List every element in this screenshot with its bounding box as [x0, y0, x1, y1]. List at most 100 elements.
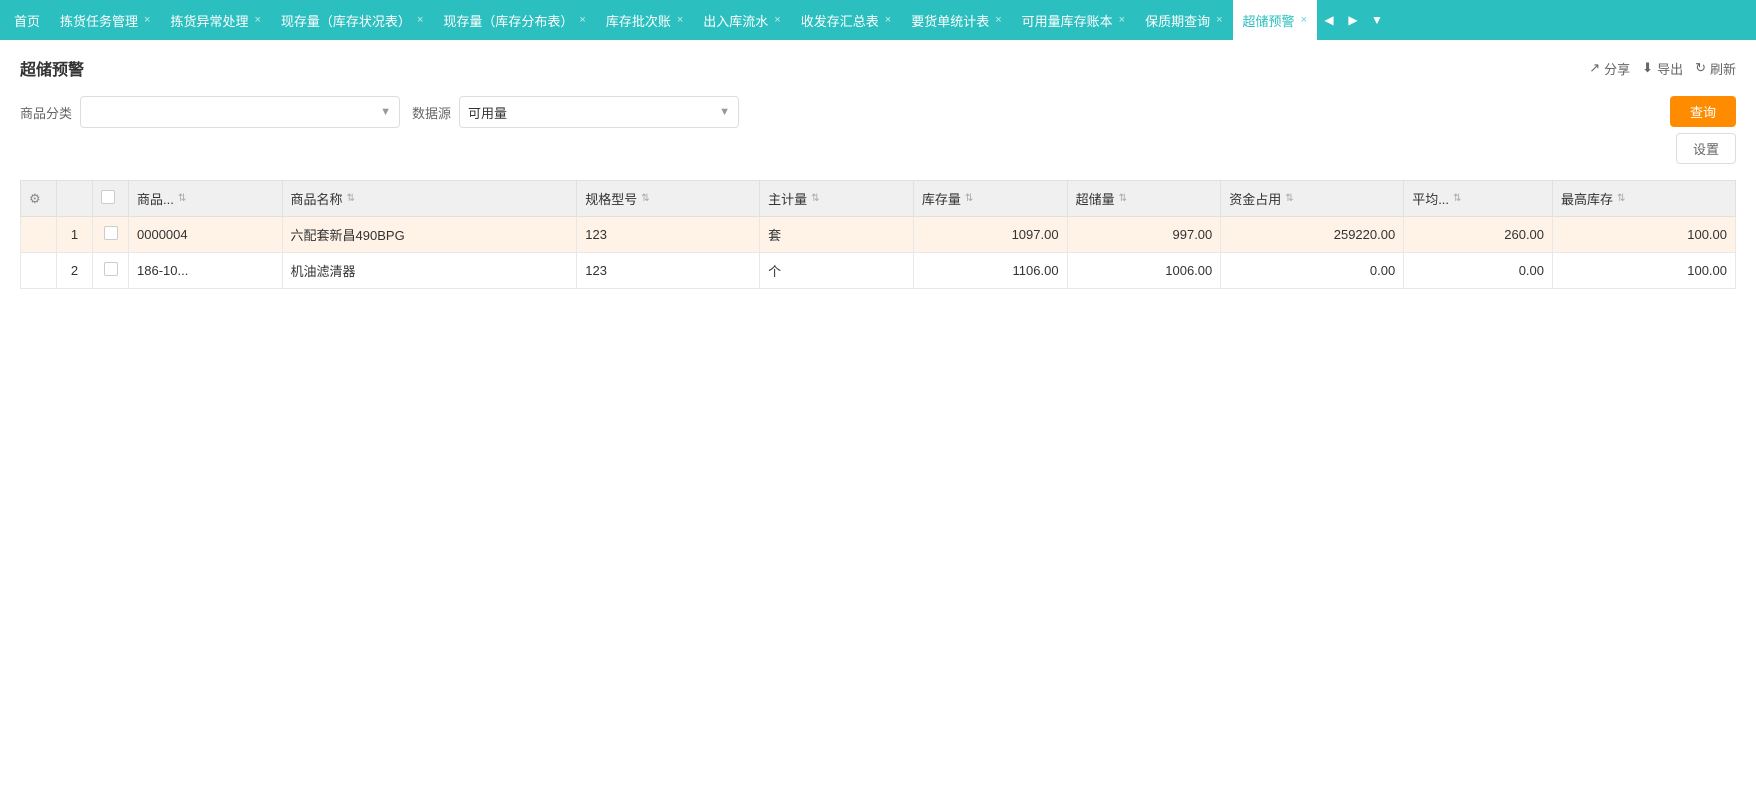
close-icon[interactable]: × [417, 14, 423, 26]
nav-quality[interactable]: 保质期查询 × [1135, 0, 1232, 40]
row-stock: 1097.00 [913, 217, 1067, 253]
action-buttons: 查询 设置 [1670, 96, 1736, 164]
col-avg: 平均... ⇅ [1404, 181, 1553, 217]
page-title: 超储预警 [20, 56, 84, 80]
nav-next-arrow[interactable]: ▶ [1341, 0, 1365, 40]
col-index [57, 181, 93, 217]
col-code-sort[interactable]: 商品... ⇅ [137, 189, 186, 208]
row-index: 2 [57, 253, 93, 289]
share-button[interactable]: ↗ 分享 [1589, 59, 1630, 78]
row-name: 六配套新昌490BPG [282, 217, 577, 253]
col-stock: 库存量 ⇅ [913, 181, 1067, 217]
datasource-filter-group: 数据源 可用量 ▼ [412, 96, 739, 128]
nav-more-arrow[interactable]: ▼ [1365, 0, 1389, 40]
nav-bar: 首页 拣货任务管理 × 拣货异常处理 × 现存量（库存状况表）× 现存量（库存分… [0, 0, 1756, 40]
share-icon: ↗ [1589, 60, 1600, 76]
category-label: 商品分类 [20, 103, 72, 122]
nav-task-mgmt[interactable]: 拣货任务管理 × [50, 0, 160, 40]
close-icon[interactable]: × [885, 14, 891, 26]
sort-icon: ⇅ [811, 193, 819, 204]
row-spec: 123 [577, 253, 760, 289]
page-container: 超储预警 ↗ 分享 ⬇ 导出 ↻ 刷新 商品分类 ▼ 数据源 [0, 40, 1756, 800]
nav-inout-flow[interactable]: 出入库流水 × [693, 0, 790, 40]
col-capital: 资金占用 ⇅ [1221, 181, 1404, 217]
col-spec: 规格型号 ⇅ [577, 181, 760, 217]
row-stock: 1106.00 [913, 253, 1067, 289]
setting-button[interactable]: 设置 [1676, 133, 1736, 164]
nav-inventory-dist[interactable]: 现存量（库存分布表）× [433, 0, 595, 40]
gear-icon[interactable]: ⚙ [29, 191, 41, 206]
export-icon: ⬇ [1642, 60, 1653, 76]
datasource-select[interactable]: 可用量 ▼ [459, 96, 739, 128]
col-overstock-sort[interactable]: 超储量 ⇅ [1076, 189, 1127, 208]
export-button[interactable]: ⬇ 导出 [1642, 59, 1683, 78]
row-overstock: 1006.00 [1067, 253, 1221, 289]
nav-summary[interactable]: 收发存汇总表 × [791, 0, 901, 40]
select-all-checkbox[interactable] [101, 190, 115, 204]
category-filter-group: 商品分类 ▼ [20, 96, 400, 128]
col-max-stock: 最高库存 ⇅ [1553, 181, 1736, 217]
close-icon[interactable]: × [1216, 14, 1222, 26]
row-overstock: 997.00 [1067, 217, 1221, 253]
col-stock-sort[interactable]: 库存量 ⇅ [922, 189, 973, 208]
row-code: 186-10... [129, 253, 283, 289]
nav-inventory-status[interactable]: 现存量（库存状况表）× [271, 0, 433, 40]
col-unit: 主计量 ⇅ [760, 181, 914, 217]
col-avg-sort[interactable]: 平均... ⇅ [1412, 189, 1461, 208]
row-checkbox[interactable] [104, 226, 118, 240]
row-index: 1 [57, 217, 93, 253]
row-capital: 0.00 [1221, 253, 1404, 289]
close-icon[interactable]: × [1301, 14, 1307, 26]
col-capital-sort[interactable]: 资金占用 ⇅ [1229, 189, 1293, 208]
sort-icon: ⇅ [1617, 193, 1625, 204]
row-name: 机油滤清器 [282, 253, 577, 289]
nav-available-account[interactable]: 可用量库存账本 × [1012, 0, 1135, 40]
filter-area: 商品分类 ▼ 数据源 可用量 ▼ 查询 设置 [20, 96, 1736, 164]
row-checkbox-cell [93, 253, 129, 289]
sort-icon: ⇅ [1119, 193, 1127, 204]
row-unit: 个 [760, 253, 914, 289]
row-checkbox[interactable] [104, 262, 118, 276]
col-max-stock-sort[interactable]: 最高库存 ⇅ [1561, 189, 1625, 208]
row-code: 0000004 [129, 217, 283, 253]
close-icon[interactable]: × [1119, 14, 1125, 26]
refresh-icon: ↻ [1695, 60, 1706, 76]
sort-icon: ⇅ [965, 193, 973, 204]
close-icon[interactable]: × [144, 14, 150, 26]
refresh-button[interactable]: ↻ 刷新 [1695, 59, 1736, 78]
col-name: 商品名称 ⇅ [282, 181, 577, 217]
row-avg: 260.00 [1404, 217, 1553, 253]
sort-icon: ⇅ [1453, 193, 1461, 204]
nav-overstock[interactable]: 超储预警 × [1233, 0, 1317, 40]
col-spec-sort[interactable]: 规格型号 ⇅ [585, 189, 649, 208]
nav-batch-account[interactable]: 库存批次账 × [596, 0, 693, 40]
row-gear-cell [21, 253, 57, 289]
close-icon[interactable]: × [579, 14, 585, 26]
close-icon[interactable]: × [995, 14, 1001, 26]
close-icon[interactable]: × [677, 14, 683, 26]
page-header: 超储预警 ↗ 分享 ⬇ 导出 ↻ 刷新 [20, 56, 1736, 80]
close-icon[interactable]: × [774, 14, 780, 26]
nav-home[interactable]: 首页 [4, 0, 50, 40]
query-button[interactable]: 查询 [1670, 96, 1736, 127]
nav-requisition[interactable]: 要货单统计表 × [901, 0, 1011, 40]
col-name-sort[interactable]: 商品名称 ⇅ [291, 189, 355, 208]
row-checkbox-cell [93, 217, 129, 253]
row-capital: 259220.00 [1221, 217, 1404, 253]
header-actions: ↗ 分享 ⬇ 导出 ↻ 刷新 [1589, 59, 1736, 78]
close-icon[interactable]: × [254, 14, 260, 26]
col-checkbox [93, 181, 129, 217]
sort-icon: ⇅ [347, 193, 355, 204]
table-row: 2 186-10... 机油滤清器 123 个 1106.00 1006.00 … [21, 253, 1736, 289]
sort-icon: ⇅ [1285, 193, 1293, 204]
category-select[interactable]: ▼ [80, 96, 400, 128]
col-unit-sort[interactable]: 主计量 ⇅ [768, 189, 819, 208]
nav-abnormal[interactable]: 拣货异常处理 × [160, 0, 270, 40]
row-unit: 套 [760, 217, 914, 253]
row-spec: 123 [577, 217, 760, 253]
datasource-label: 数据源 [412, 103, 451, 122]
nav-prev-arrow[interactable]: ◀ [1317, 0, 1341, 40]
row-gear-cell [21, 217, 57, 253]
table-row: 1 0000004 六配套新昌490BPG 123 套 1097.00 997.… [21, 217, 1736, 253]
col-gear: ⚙ [21, 181, 57, 217]
